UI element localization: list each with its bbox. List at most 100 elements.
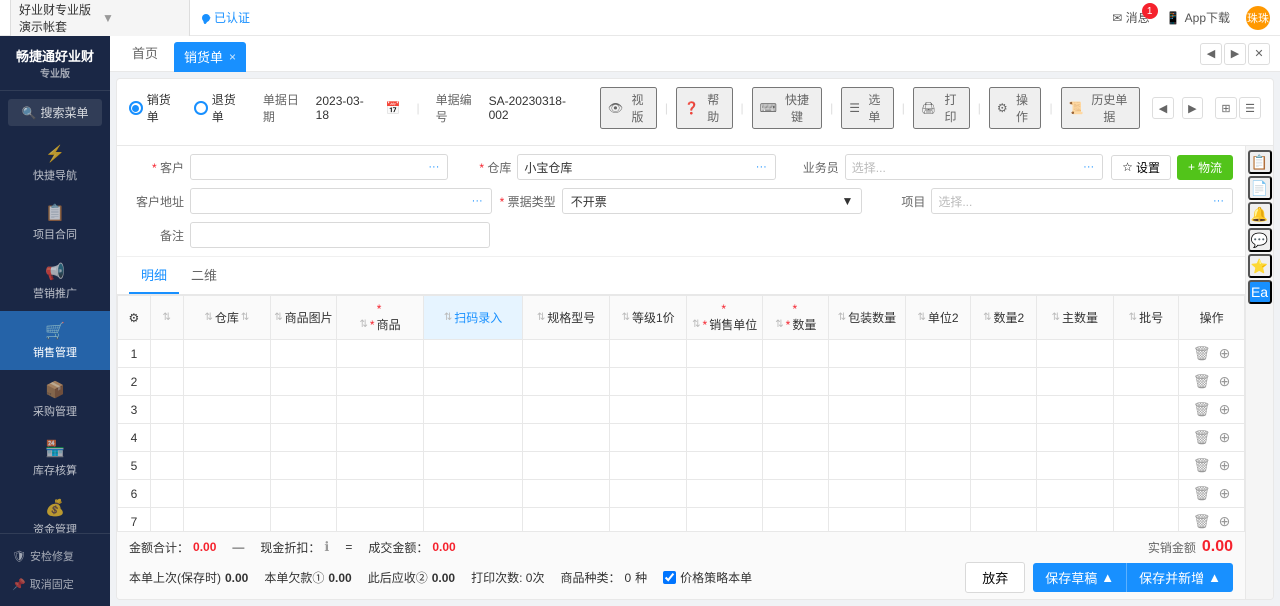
- row-unit2-cell[interactable]: [905, 340, 971, 368]
- history-btn[interactable]: 📜 历史单据: [1061, 87, 1141, 129]
- app-download-btn[interactable]: 📱 App下载: [1166, 9, 1230, 26]
- radio-return[interactable]: 退货单: [194, 91, 247, 125]
- sidebar-item-finance[interactable]: 💰 资金管理: [0, 488, 110, 533]
- warehouse-input[interactable]: 小宝仓库 ···: [517, 154, 775, 180]
- project-more-icon[interactable]: ···: [1211, 195, 1226, 207]
- form-next-btn[interactable]: ▶: [1182, 97, 1203, 119]
- row-unit-cell[interactable]: [686, 340, 763, 368]
- sidebar-item-project[interactable]: 📋 项目合同: [0, 193, 110, 252]
- sidebar-item-quick-nav[interactable]: ⚡ 快捷导航: [0, 134, 110, 193]
- discount-info-icon[interactable]: ℹ: [324, 539, 329, 555]
- address-input[interactable]: ···: [190, 188, 492, 214]
- th-unit[interactable]: ⇅*销售单位: [686, 296, 763, 340]
- row-delete-btn[interactable]: 🗑: [1191, 401, 1213, 418]
- row-qty-cell[interactable]: [763, 340, 829, 368]
- th-qty2[interactable]: ⇅数量2: [971, 296, 1037, 340]
- user-menu[interactable]: 珠珠: [1246, 6, 1270, 30]
- row-copy-btn[interactable]: ⊕: [1217, 373, 1233, 390]
- customer-input[interactable]: ···: [190, 154, 448, 180]
- add-logistics-btn[interactable]: + 物流: [1177, 155, 1233, 180]
- sidebar-item-inventory[interactable]: 🏪 库存核算: [0, 429, 110, 488]
- tab-next-btn[interactable]: ▶: [1224, 43, 1246, 65]
- warehouse-more-icon[interactable]: ···: [754, 161, 769, 173]
- row-delete-btn[interactable]: 🗑: [1191, 513, 1213, 530]
- company-select[interactable]: 好业财专业版演示帐套 ▼: [10, 0, 190, 38]
- radio-sales[interactable]: 销货单: [129, 91, 182, 125]
- message-btn[interactable]: ✉ 消息 1: [1112, 9, 1149, 26]
- layout-grid-btn[interactable]: ⊞: [1215, 97, 1237, 119]
- th-warehouse[interactable]: ⇅仓库⇅: [183, 296, 271, 340]
- row-mainqty-cell[interactable]: [1036, 340, 1113, 368]
- select-btn[interactable]: ☰ 选单: [841, 87, 894, 129]
- view-btn[interactable]: 👁 视版: [600, 87, 657, 129]
- th-price[interactable]: ⇅等级1价: [610, 296, 687, 340]
- tab-2d[interactable]: 二维: [179, 257, 229, 294]
- print-btn[interactable]: 🖨 打印: [913, 87, 970, 129]
- row-delete-btn[interactable]: 🗑: [1191, 429, 1213, 446]
- th-mainqty[interactable]: ⇅主数量: [1036, 296, 1113, 340]
- panel-btn-1[interactable]: 📋: [1248, 150, 1272, 174]
- th-product[interactable]: ⇅*商品: [336, 296, 424, 340]
- tab-detail[interactable]: 明细: [129, 257, 179, 294]
- panel-btn-2[interactable]: 📄: [1248, 176, 1272, 200]
- sidebar-item-sales[interactable]: 🛒 销售管理: [0, 311, 110, 370]
- layout-list-btn[interactable]: ☰: [1239, 97, 1261, 119]
- row-copy-btn[interactable]: ⊕: [1217, 485, 1233, 502]
- staff-input[interactable]: 选择... ···: [845, 154, 1103, 180]
- row-product-cell[interactable]: [336, 340, 424, 368]
- row-qty2-cell[interactable]: [971, 340, 1037, 368]
- th-spec[interactable]: ⇅规格型号: [522, 296, 610, 340]
- row-copy-btn[interactable]: ⊕: [1217, 345, 1233, 362]
- row-copy-btn[interactable]: ⊕: [1217, 401, 1233, 418]
- sidebar-search[interactable]: 🔍 搜索菜单: [0, 91, 110, 134]
- th-scan[interactable]: ⇅扫码录入: [424, 296, 522, 340]
- row-delete-btn[interactable]: 🗑: [1191, 345, 1213, 362]
- operation-btn[interactable]: ⚙ 操作: [989, 87, 1042, 129]
- address-more-icon[interactable]: ···: [470, 195, 485, 207]
- row-spec-cell[interactable]: [522, 340, 610, 368]
- row-warehouse-cell[interactable]: [183, 340, 271, 368]
- calendar-icon[interactable]: 📅: [385, 101, 400, 115]
- th-pack[interactable]: ⇅包装数量: [829, 296, 906, 340]
- security-fix-btn[interactable]: 🛡 安检修复: [8, 542, 102, 570]
- unpin-btn[interactable]: 📌 取消固定: [8, 570, 102, 598]
- sidebar-item-marketing[interactable]: 📢 营销推广: [0, 252, 110, 311]
- row-copy-btn[interactable]: ⊕: [1217, 429, 1233, 446]
- th-settings[interactable]: ⚙: [118, 296, 151, 340]
- tab-close-icon[interactable]: ×: [229, 50, 236, 64]
- customer-more-icon[interactable]: ···: [426, 161, 441, 173]
- tab-home[interactable]: 首页: [120, 36, 170, 72]
- price-policy-checkbox[interactable]: [663, 571, 676, 584]
- row-copy-btn[interactable]: ⊕: [1217, 457, 1233, 474]
- save-new-btn[interactable]: 保存并新增 ▲: [1127, 563, 1233, 592]
- th-qty[interactable]: ⇅*数量: [763, 296, 829, 340]
- shortcut-btn[interactable]: ⌨ 快捷键: [752, 87, 822, 129]
- row-batch-cell[interactable]: [1113, 340, 1179, 368]
- sidebar-item-purchase[interactable]: 📦 采购管理: [0, 370, 110, 429]
- remarks-input[interactable]: [190, 222, 490, 248]
- panel-btn-active[interactable]: Ea: [1248, 280, 1272, 304]
- row-delete-btn[interactable]: 🗑: [1191, 457, 1213, 474]
- panel-btn-3[interactable]: 🔔: [1248, 202, 1272, 226]
- row-delete-btn[interactable]: 🗑: [1191, 485, 1213, 502]
- save-draft-btn[interactable]: 保存草稿 ▲: [1033, 563, 1127, 592]
- staff-more-icon[interactable]: ···: [1081, 161, 1096, 173]
- form-prev-btn[interactable]: ◀: [1152, 97, 1173, 119]
- th-unit2[interactable]: ⇅单位2: [905, 296, 971, 340]
- abandon-btn[interactable]: 放弃: [965, 562, 1025, 593]
- panel-btn-4[interactable]: 💬: [1248, 228, 1272, 252]
- tab-prev-btn[interactable]: ◀: [1200, 43, 1222, 65]
- search-menu-btn[interactable]: 🔍 搜索菜单: [8, 99, 102, 126]
- tab-close-all-btn[interactable]: ✕: [1248, 43, 1270, 65]
- row-price-cell[interactable]: [610, 340, 687, 368]
- th-batch[interactable]: ⇅批号: [1113, 296, 1179, 340]
- row-pack-cell[interactable]: [829, 340, 906, 368]
- panel-btn-5[interactable]: ⭐: [1248, 254, 1272, 278]
- row-copy-btn[interactable]: ⊕: [1217, 513, 1233, 530]
- project-input[interactable]: 选择... ···: [931, 188, 1233, 214]
- tab-sales-form[interactable]: 销货单 ×: [174, 42, 246, 72]
- help-btn[interactable]: ❓ 帮助: [676, 87, 733, 129]
- invoice-select[interactable]: 不开票 ▼: [562, 188, 863, 214]
- settings-btn[interactable]: ☆ 设置: [1111, 155, 1171, 180]
- th-img[interactable]: ⇅商品图片: [271, 296, 337, 340]
